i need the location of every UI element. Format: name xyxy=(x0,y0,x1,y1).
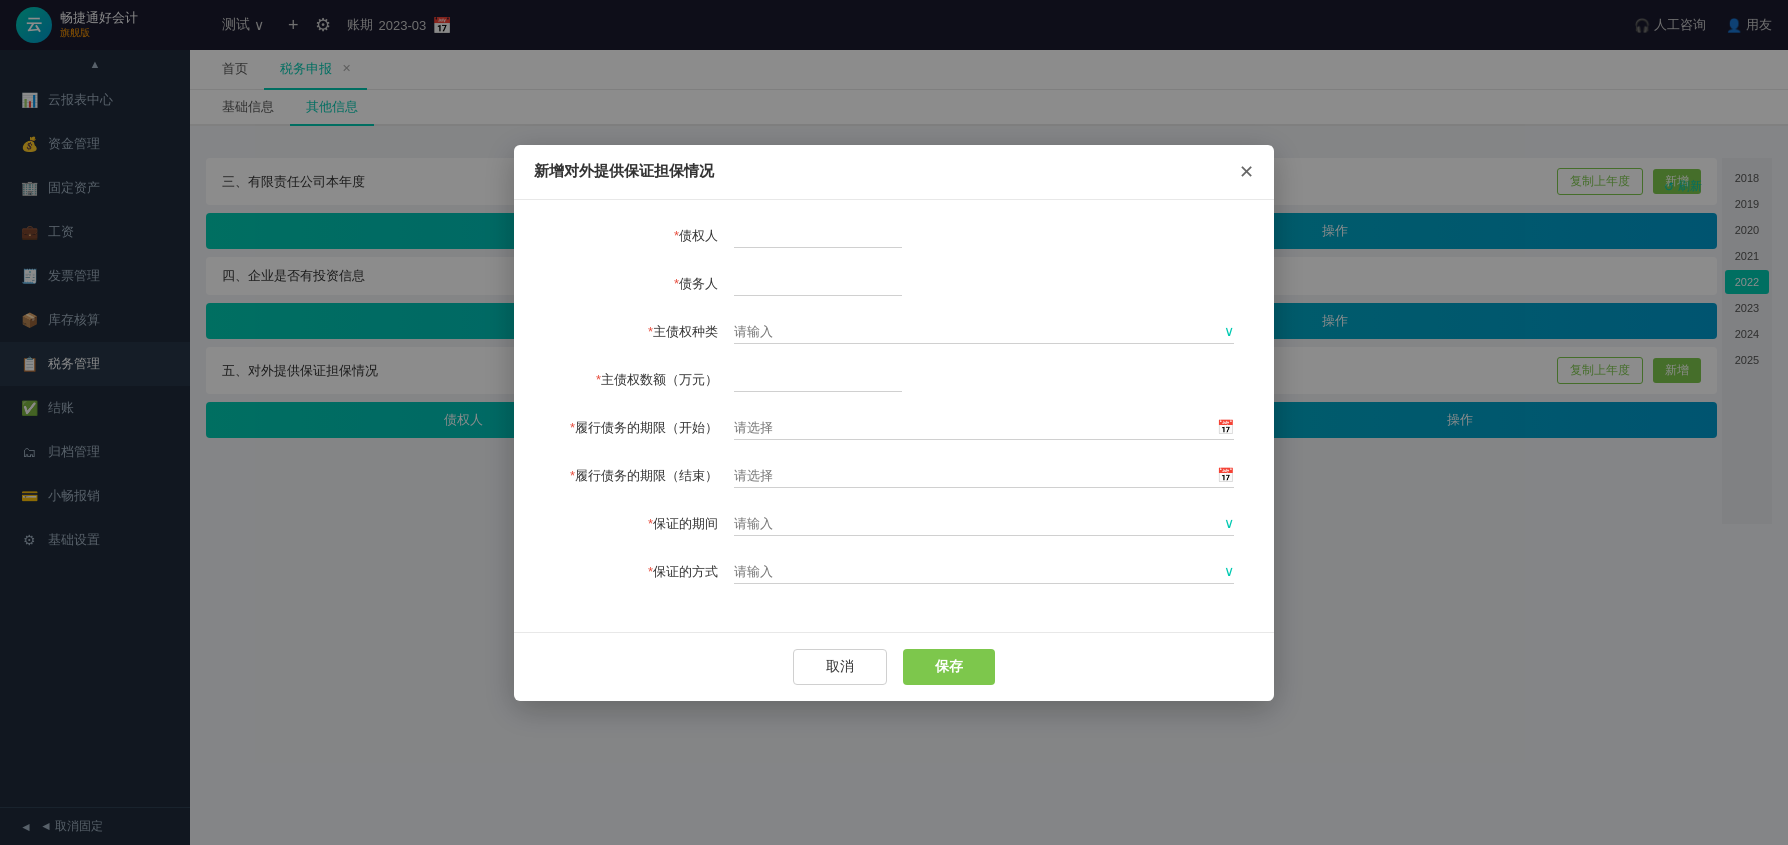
chevron-down-icon-claim-type[interactable]: ∨ xyxy=(1224,323,1234,339)
form-label-period-start: *履行债务的期限（开始） xyxy=(554,419,734,437)
date-wrapper-period-start: 📅 xyxy=(734,416,1234,440)
calendar-icon-period-end[interactable]: 📅 xyxy=(1217,467,1234,483)
save-button[interactable]: 保存 xyxy=(903,649,995,685)
dialog-footer: 取消 保存 xyxy=(514,632,1274,701)
dialog-close-btn[interactable]: ✕ xyxy=(1239,161,1254,183)
select-wrapper-claim-type: ∨ xyxy=(734,320,1234,344)
select-input-claim-type[interactable] xyxy=(734,320,1224,343)
calendar-icon-period-start[interactable]: 📅 xyxy=(1217,419,1234,435)
form-label-claim-type: *主债权种类 xyxy=(554,323,734,341)
form-label-debtor: *债务人 xyxy=(554,275,734,293)
form-row-claim-type: *主债权种类 ∨ xyxy=(554,320,1234,344)
input-creditor[interactable] xyxy=(734,224,902,248)
form-row-guarantee-method: *保证的方式 ∨ xyxy=(554,560,1234,584)
input-debtor[interactable] xyxy=(734,272,902,296)
form-label-creditor: *债权人 xyxy=(554,227,734,245)
dialog-body: *债权人 *债务人 *主债权种类 ∨ *主债权数额（万元） *履行债务的期限（开始） … xyxy=(514,200,1274,632)
select-input-guarantee-period[interactable] xyxy=(734,512,1224,535)
dialog-header: 新增对外提供保证担保情况 ✕ xyxy=(514,145,1274,200)
form-label-claim-amount: *主债权数额（万元） xyxy=(554,371,734,389)
form-row-period-start: *履行债务的期限（开始） 📅 xyxy=(554,416,1234,440)
chevron-down-icon-guarantee-period[interactable]: ∨ xyxy=(1224,515,1234,531)
form-label-guarantee-period: *保证的期间 xyxy=(554,515,734,533)
form-label-guarantee-method: *保证的方式 xyxy=(554,563,734,581)
form-row-debtor: *债务人 xyxy=(554,272,1234,296)
dialog-overlay[interactable]: 新增对外提供保证担保情况 ✕ *债权人 *债务人 *主债权种类 ∨ *主债权数额（万… xyxy=(0,0,1788,845)
select-input-guarantee-method[interactable] xyxy=(734,560,1224,583)
form-label-period-end: *履行债务的期限（结束） xyxy=(554,467,734,485)
form-row-period-end: *履行债务的期限（结束） 📅 xyxy=(554,464,1234,488)
form-row-creditor: *债权人 xyxy=(554,224,1234,248)
date-input-period-start[interactable] xyxy=(734,416,1217,439)
dialog: 新增对外提供保证担保情况 ✕ *债权人 *债务人 *主债权种类 ∨ *主债权数额（万… xyxy=(514,145,1274,701)
select-wrapper-guarantee-method: ∨ xyxy=(734,560,1234,584)
input-claim-amount[interactable] xyxy=(734,368,902,392)
form-row-claim-amount: *主债权数额（万元） xyxy=(554,368,1234,392)
chevron-down-icon-guarantee-method[interactable]: ∨ xyxy=(1224,563,1234,579)
date-input-period-end[interactable] xyxy=(734,464,1217,487)
select-wrapper-guarantee-period: ∨ xyxy=(734,512,1234,536)
cancel-button[interactable]: 取消 xyxy=(793,649,887,685)
form-row-guarantee-period: *保证的期间 ∨ xyxy=(554,512,1234,536)
dialog-title: 新增对外提供保证担保情况 xyxy=(534,162,714,181)
date-wrapper-period-end: 📅 xyxy=(734,464,1234,488)
